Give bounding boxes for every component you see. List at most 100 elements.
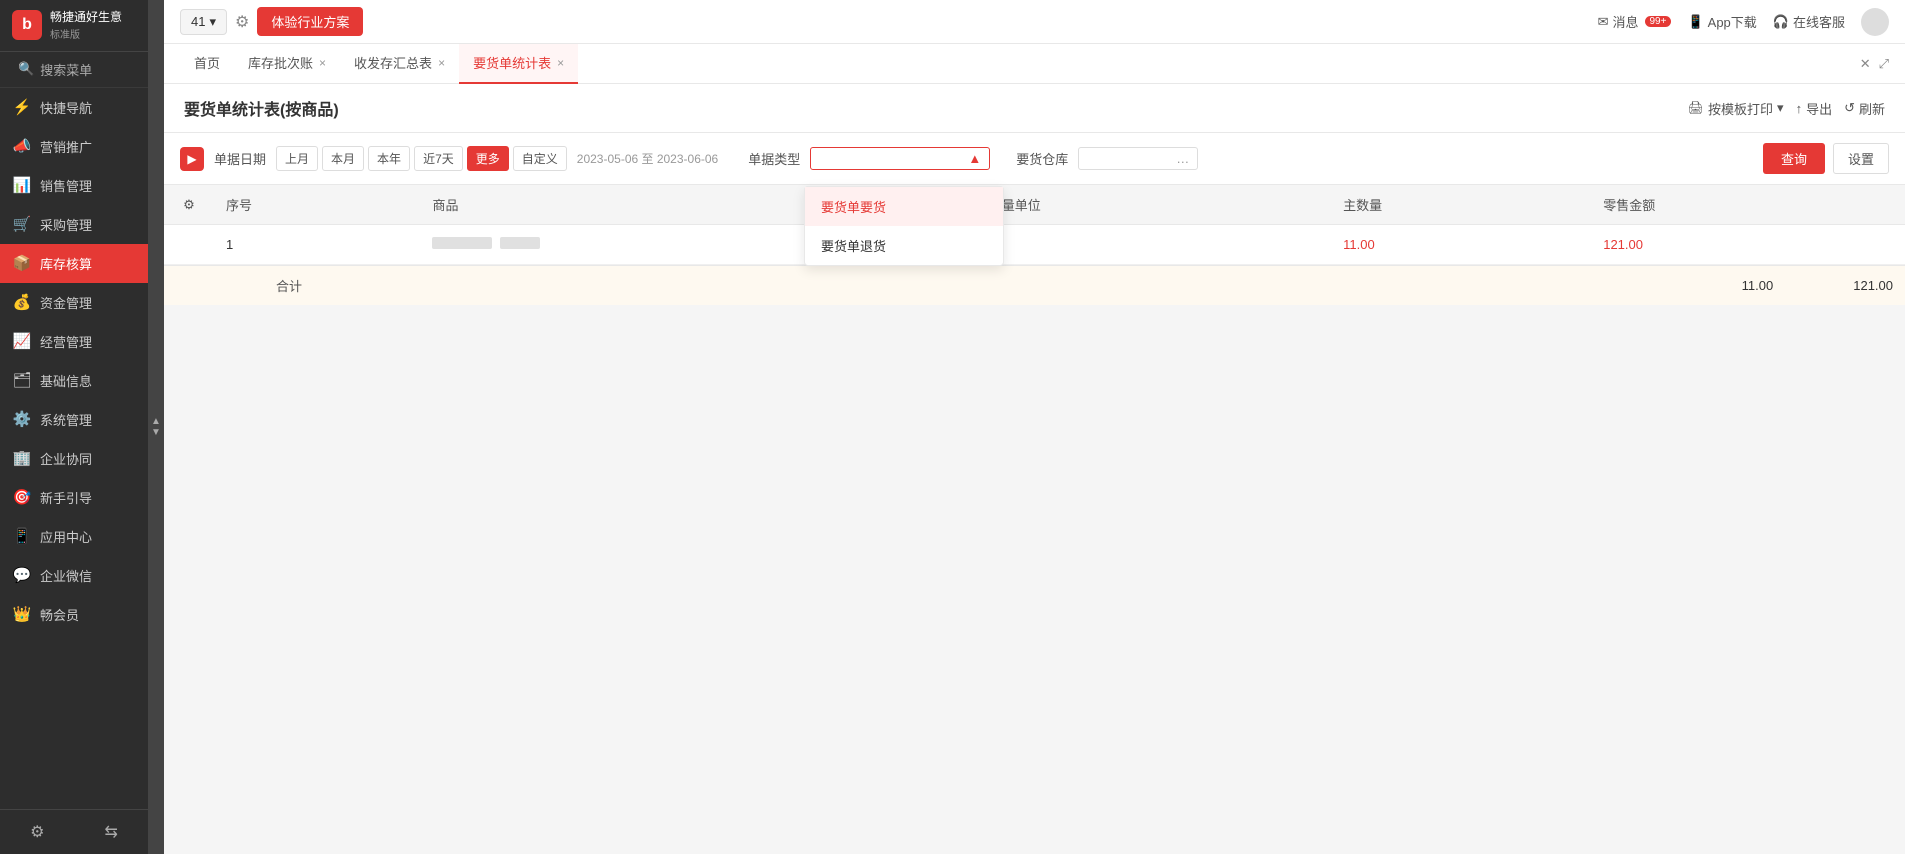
store-selector[interactable]: 41 ▾ <box>180 9 227 35</box>
date-btn-7days[interactable]: 近7天 <box>414 146 463 171</box>
system-icon: ⚙️ <box>12 410 32 428</box>
sidebar-logo: b 畅捷通好生意 标准版 <box>0 0 148 52</box>
message-button[interactable]: ✉ 消息 99+ <box>1598 12 1672 31</box>
print-label: 按模板打印 <box>1708 99 1773 118</box>
type-filter-label: 单据类型 <box>748 149 800 168</box>
sidebar-item-member[interactable]: 👑 畅会员 <box>0 595 148 634</box>
sidebar-menu: ⚡ 快捷导航 📣 营销推广 📊 销售管理 🛒 采购管理 📦 库存核算 💰 资金管… <box>0 88 148 809</box>
topbar-settings-icon[interactable]: ⚙ <box>235 12 249 32</box>
date-btn-last-month[interactable]: 上月 <box>276 146 318 171</box>
chevron-down-icon: ▾ <box>209 14 216 30</box>
date-buttons: 上月 本月 本年 近7天 更多 自定义 <box>276 146 567 171</box>
online-service-button[interactable]: 🎧 在线客服 <box>1773 12 1845 31</box>
th-quantity: 主数量 <box>1331 185 1591 225</box>
sidebar-bottom: ⚙ ⇆ <box>0 809 148 854</box>
purchase-icon: 🛒 <box>12 215 32 233</box>
sidebar-item-base-info[interactable]: 🗂 基础信息 <box>0 361 148 400</box>
app-download-icon: 📱 <box>1687 14 1703 30</box>
tab-bar: 首页 库存批次账 × 收发存汇总表 × 要货单统计表 × ✕ ⤢ <box>164 44 1905 84</box>
print-icon: 🖨 <box>1688 100 1705 116</box>
topbar-left: 41 ▾ ⚙ 体验行业方案 <box>180 7 363 36</box>
online-service-label: 在线客服 <box>1793 12 1845 31</box>
sidebar-search[interactable]: 🔍 搜索菜单 <box>0 52 148 88</box>
filter-expand-button[interactable]: ▶ <box>180 147 204 171</box>
tab-order-summary-close[interactable]: × <box>557 56 564 70</box>
sidebar-item-marketing[interactable]: 📣 营销推广 <box>0 127 148 166</box>
th-index: 序号 <box>214 185 420 225</box>
export-button[interactable]: ↑ 导出 <box>1796 99 1833 118</box>
sidebar-item-label: 经营管理 <box>40 332 92 351</box>
print-button[interactable]: 🖨 按模板打印 ▾ <box>1688 99 1784 118</box>
sidebar: b 畅捷通好生意 标准版 🔍 搜索菜单 ⚡ 快捷导航 📣 营销推广 📊 销售管理… <box>0 0 148 854</box>
th-amount: 零售金额 <box>1591 185 1905 225</box>
sidebar-item-guide[interactable]: 🎯 新手引导 <box>0 478 148 517</box>
filter-settings-button[interactable]: 设置 <box>1833 143 1889 174</box>
page-content: 要货单统计表(按商品) 🖨 按模板打印 ▾ ↑ 导出 ↺ 刷新 <box>164 84 1905 854</box>
logo-subtitle: 标准版 <box>50 26 122 41</box>
sidebar-item-label: 应用中心 <box>40 527 92 546</box>
app-center-icon: 📱 <box>12 527 32 545</box>
sidebar-item-label: 系统管理 <box>40 410 92 429</box>
warehouse-filter-label: 要货仓库 <box>1016 149 1068 168</box>
tab-receive-summary-close[interactable]: × <box>438 56 445 70</box>
member-icon: 👑 <box>12 605 32 623</box>
refresh-button[interactable]: ↺ 刷新 <box>1844 99 1885 118</box>
sidebar-item-inventory[interactable]: 📦 库存核算 <box>0 244 148 283</box>
tab-order-summary[interactable]: 要货单统计表 × <box>459 44 578 84</box>
tab-inventory-batch[interactable]: 库存批次账 × <box>234 44 340 84</box>
tabs-close-area: ✕ ⤢ <box>1860 56 1889 72</box>
sidebar-item-label: 资金管理 <box>40 293 92 312</box>
type-filter-input[interactable]: ▲ <box>810 147 990 170</box>
filter-bar: ▶ 单据日期 上月 本月 本年 近7天 更多 自定义 2023-05-06 至 … <box>164 133 1905 185</box>
filter-actions: 查询 设置 <box>1763 143 1889 174</box>
promo-button[interactable]: 体验行业方案 <box>257 7 363 36</box>
sidebar-item-system[interactable]: ⚙️ 系统管理 <box>0 400 148 439</box>
tab-home[interactable]: 首页 <box>180 44 234 84</box>
app-download-button[interactable]: 📱 App下载 <box>1687 12 1756 31</box>
message-badge: 99+ <box>1645 16 1672 27</box>
warehouse-more-icon[interactable]: … <box>1176 151 1189 166</box>
sidebar-scroll-handle[interactable]: ▲▼ <box>148 0 164 854</box>
sidebar-item-wechat[interactable]: 💬 企业微信 <box>0 556 148 595</box>
dropdown-item-order-return[interactable]: 要货单退货 <box>805 226 1003 265</box>
enterprise-icon: 🏢 <box>12 449 32 467</box>
refresh-label: 刷新 <box>1859 99 1885 118</box>
search-label: 搜索菜单 <box>40 60 92 79</box>
sidebar-collapse-btn[interactable]: ⇆ <box>97 818 126 846</box>
product-placeholder-2 <box>500 237 540 249</box>
sidebar-item-sales[interactable]: 📊 销售管理 <box>0 166 148 205</box>
page-title: 要货单统计表(按商品) <box>184 96 339 120</box>
tab-receive-summary[interactable]: 收发存汇总表 × <box>340 44 459 84</box>
tab-inventory-batch-close[interactable]: × <box>319 56 326 70</box>
print-dropdown-icon: ▾ <box>1777 100 1784 116</box>
export-icon: ↑ <box>1796 101 1803 116</box>
tab-order-summary-label: 要货单统计表 <box>473 53 551 72</box>
th-settings[interactable]: ⚙ <box>164 185 214 225</box>
sidebar-item-finance[interactable]: 💰 资金管理 <box>0 283 148 322</box>
logo-title: 畅捷通好生意 <box>50 10 122 26</box>
date-btn-custom[interactable]: 自定义 <box>513 146 567 171</box>
sidebar-item-operations[interactable]: 📈 经营管理 <box>0 322 148 361</box>
table-settings-icon: ⚙ <box>183 197 195 212</box>
dropdown-item-order-delivery[interactable]: 要货单要货 <box>805 187 1003 226</box>
quick-nav-icon: ⚡ <box>12 98 32 116</box>
query-button[interactable]: 查询 <box>1763 143 1825 174</box>
close-all-icon[interactable]: ✕ <box>1860 56 1871 72</box>
date-btn-this-month[interactable]: 本月 <box>322 146 364 171</box>
sidebar-item-label: 畅会员 <box>40 605 79 624</box>
user-avatar[interactable] <box>1861 8 1889 36</box>
operations-icon: 📈 <box>12 332 32 350</box>
sidebar-item-purchase[interactable]: 🛒 采购管理 <box>0 205 148 244</box>
table-footer: 合计 11.00 121.00 <box>164 265 1905 305</box>
th-unit: 主计量单位 <box>964 185 1331 225</box>
maximize-icon[interactable]: ⤢ <box>1879 56 1889 72</box>
date-btn-more[interactable]: 更多 <box>467 146 509 171</box>
topbar-right: ✉ 消息 99+ 📱 App下载 🎧 在线客服 <box>1598 8 1889 36</box>
sidebar-item-enterprise[interactable]: 🏢 企业协同 <box>0 439 148 478</box>
date-btn-this-year[interactable]: 本年 <box>368 146 410 171</box>
sidebar-settings-btn[interactable]: ⚙ <box>22 818 52 846</box>
date-filter-label: 单据日期 <box>214 149 266 168</box>
sidebar-item-app-center[interactable]: 📱 应用中心 <box>0 517 148 556</box>
sidebar-item-quick-nav[interactable]: ⚡ 快捷导航 <box>0 88 148 127</box>
warehouse-filter-input[interactable]: … <box>1078 147 1198 170</box>
